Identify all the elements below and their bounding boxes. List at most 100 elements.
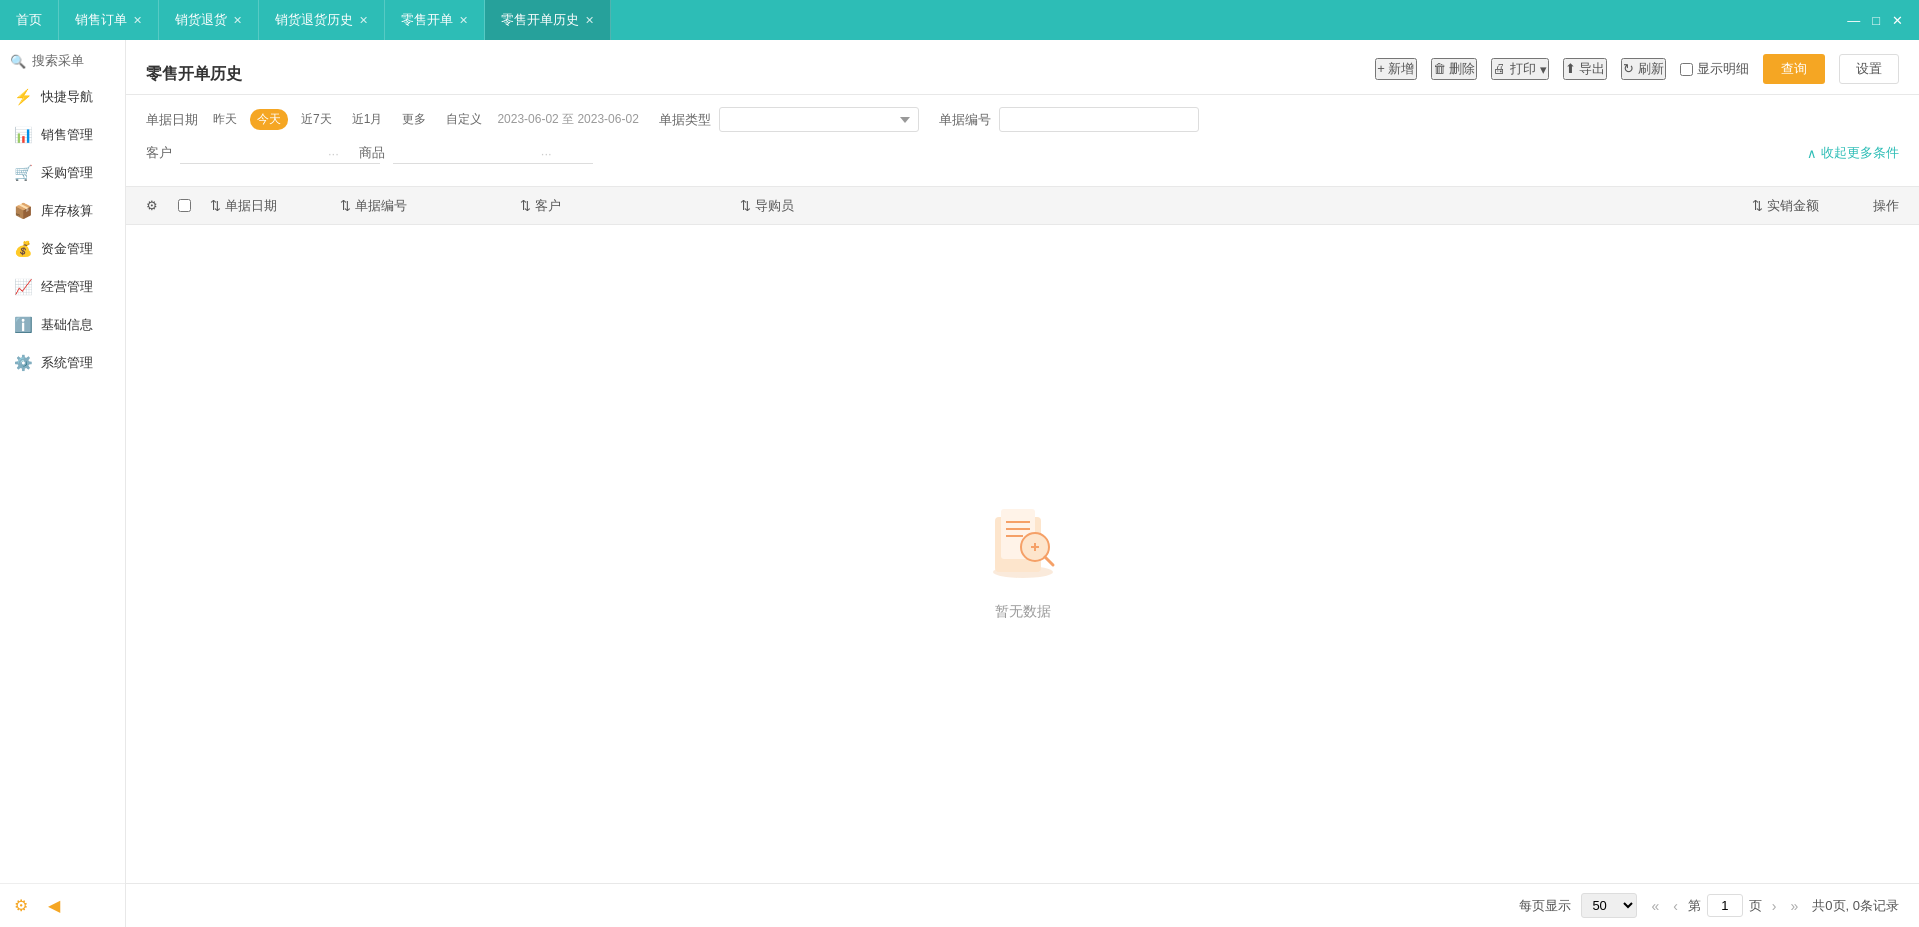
tab-retail-history-close[interactable]: ✕ bbox=[585, 14, 594, 27]
sort-amount-icon[interactable]: ⇅ bbox=[1752, 198, 1763, 213]
date-btn-yesterday[interactable]: 昨天 bbox=[206, 109, 244, 130]
sidebar-item-label-quick: 快捷导航 bbox=[41, 88, 93, 106]
system-icon: ⚙️ bbox=[14, 354, 33, 372]
basic-info-icon: ℹ️ bbox=[14, 316, 33, 334]
tab-return-close[interactable]: ✕ bbox=[233, 14, 242, 27]
page-input[interactable] bbox=[1707, 894, 1743, 917]
th-date: ⇅ 单据日期 bbox=[200, 197, 330, 215]
sort-doc-no-icon[interactable]: ⇅ bbox=[340, 198, 351, 213]
sidebar-item-basic-info[interactable]: ℹ️ 基础信息 bbox=[0, 306, 125, 344]
window-dash-button[interactable]: — bbox=[1847, 13, 1860, 28]
sidebar-item-sales[interactable]: 📊 销售管理 bbox=[0, 116, 125, 154]
export-label: ⬆ 导出 bbox=[1565, 60, 1606, 78]
tab-return-history-label: 销货退货历史 bbox=[275, 11, 353, 29]
sort-client-icon[interactable]: ⇅ bbox=[520, 198, 531, 213]
display-detail-checkbox[interactable] bbox=[1680, 63, 1693, 76]
next-page-button[interactable]: › bbox=[1768, 896, 1781, 916]
tab-sales-order-close[interactable]: ✕ bbox=[133, 14, 142, 27]
search-icon: 🔍 bbox=[10, 54, 26, 69]
filter-area: 单据日期 昨天 今天 近7天 近1月 更多 自定义 2023-06-02 至 2… bbox=[126, 95, 1919, 187]
tab-sales-order[interactable]: 销售订单 ✕ bbox=[59, 0, 159, 40]
tab-retail-history[interactable]: 零售开单历史 ✕ bbox=[485, 0, 611, 40]
sidebar-item-label-purchase: 采购管理 bbox=[41, 164, 93, 182]
date-btn-custom[interactable]: 自定义 bbox=[439, 109, 489, 130]
sidebar-item-system[interactable]: ⚙️ 系统管理 bbox=[0, 344, 125, 382]
query-button[interactable]: 查询 bbox=[1763, 54, 1825, 84]
prev-page-button[interactable]: ‹ bbox=[1669, 896, 1682, 916]
settings-bottom-icon[interactable]: ⚙ bbox=[14, 896, 28, 915]
window-controls: — □ ✕ bbox=[1847, 13, 1919, 28]
export-button[interactable]: ⬆ 导出 bbox=[1563, 58, 1608, 80]
th-client: ⇅ 客户 bbox=[510, 197, 730, 215]
product-input[interactable] bbox=[393, 142, 593, 164]
th-checkbox[interactable] bbox=[168, 199, 200, 212]
sidebar-item-inventory[interactable]: 📦 库存核算 bbox=[0, 192, 125, 230]
th-settings[interactable]: ⚙ bbox=[136, 198, 168, 213]
refresh-button[interactable]: ↻ 刷新 bbox=[1621, 58, 1666, 80]
window-max-button[interactable]: □ bbox=[1872, 13, 1880, 28]
tab-retail-order-close[interactable]: ✕ bbox=[459, 14, 468, 27]
last-page-button[interactable]: » bbox=[1787, 896, 1803, 916]
date-btn-group: 昨天 今天 近7天 近1月 更多 自定义 bbox=[206, 109, 489, 130]
sort-guide-icon[interactable]: ⇅ bbox=[740, 198, 751, 213]
sidebar-search[interactable]: 🔍 搜索采单 bbox=[0, 40, 125, 78]
tab-retail-order[interactable]: 零售开单 ✕ bbox=[385, 0, 485, 40]
page-title: 零售开单历史 bbox=[146, 64, 242, 85]
delete-button[interactable]: 🗑 删除 bbox=[1431, 58, 1478, 80]
th-client-label: 客户 bbox=[535, 197, 561, 215]
sidebar-item-management[interactable]: 📈 经营管理 bbox=[0, 268, 125, 306]
toolbar: + 新增 🗑 删除 🖨 打印 ▾ ⬆ 导出 ↻ 刷新 显示明细 bbox=[1375, 54, 1899, 94]
tab-sales-order-label: 销售订单 bbox=[75, 11, 127, 29]
display-detail-label[interactable]: 显示明细 bbox=[1680, 60, 1749, 78]
date-btn-1month[interactable]: 近1月 bbox=[345, 109, 390, 130]
inventory-icon: 📦 bbox=[14, 202, 33, 220]
per-page-select[interactable]: 50 10 20 100 bbox=[1581, 893, 1637, 918]
tab-retail-history-label: 零售开单历史 bbox=[501, 11, 579, 29]
table-settings-icon: ⚙ bbox=[146, 198, 158, 213]
sidebar-item-finance[interactable]: 💰 资金管理 bbox=[0, 230, 125, 268]
print-arrow-icon: ▾ bbox=[1540, 62, 1547, 77]
quick-nav-icon: ⚡ bbox=[14, 88, 33, 106]
collapse-icon: ∧ bbox=[1807, 146, 1817, 161]
pagination: 每页显示 50 10 20 100 « ‹ 第 页 › » 共0页, 0条记录 bbox=[126, 883, 1919, 927]
sidebar-item-label-system: 系统管理 bbox=[41, 354, 93, 372]
th-guide-label: 导购员 bbox=[755, 197, 794, 215]
customer-input[interactable] bbox=[180, 142, 380, 164]
sidebar-item-label-sales: 销售管理 bbox=[41, 126, 93, 144]
sidebar-item-purchase[interactable]: 🛒 采购管理 bbox=[0, 154, 125, 192]
select-all-checkbox[interactable] bbox=[178, 199, 191, 212]
th-action-label: 操作 bbox=[1873, 197, 1899, 215]
date-btn-today[interactable]: 今天 bbox=[250, 109, 288, 130]
window-close-button[interactable]: ✕ bbox=[1892, 13, 1903, 28]
settings-button[interactable]: 设置 bbox=[1839, 54, 1899, 84]
filter-product-item: 商品 ··· bbox=[359, 142, 552, 164]
print-label: 🖨 打印 bbox=[1493, 60, 1536, 78]
doc-type-select[interactable] bbox=[719, 107, 919, 132]
empty-illustration bbox=[973, 487, 1073, 587]
tab-return-history-close[interactable]: ✕ bbox=[359, 14, 368, 27]
date-btn-more[interactable]: 更多 bbox=[395, 109, 433, 130]
add-label: + 新增 bbox=[1377, 60, 1414, 78]
filter-row-1: 单据日期 昨天 今天 近7天 近1月 更多 自定义 2023-06-02 至 2… bbox=[146, 107, 1899, 132]
doc-no-input[interactable] bbox=[999, 107, 1199, 132]
display-detail-text: 显示明细 bbox=[1697, 60, 1749, 78]
sort-date-icon[interactable]: ⇅ bbox=[210, 198, 221, 213]
collapse-sidebar-icon[interactable]: ◀ bbox=[48, 896, 60, 915]
sidebar-item-quick-nav[interactable]: ⚡ 快捷导航 bbox=[0, 78, 125, 116]
print-button[interactable]: 🖨 打印 ▾ bbox=[1491, 58, 1549, 80]
collapse-filter-link[interactable]: ∧ 收起更多条件 bbox=[1807, 144, 1899, 162]
tab-list: 首页 销售订单 ✕ 销货退货 ✕ 销货退货历史 ✕ 零售开单 ✕ 零售开单历史 … bbox=[0, 0, 611, 40]
page-summary: 共0页, 0条记录 bbox=[1812, 897, 1899, 915]
first-page-button[interactable]: « bbox=[1647, 896, 1663, 916]
tab-home-label: 首页 bbox=[16, 11, 42, 29]
empty-state: 暂无数据 bbox=[126, 225, 1919, 883]
filter-doc-no-item: 单据编号 bbox=[939, 107, 1199, 132]
sidebar-item-label-management: 经营管理 bbox=[41, 278, 93, 296]
add-button[interactable]: + 新增 bbox=[1375, 58, 1416, 80]
tab-home[interactable]: 首页 bbox=[0, 0, 59, 40]
date-btn-7days[interactable]: 近7天 bbox=[294, 109, 339, 130]
date-range-display: 2023-06-02 至 2023-06-02 bbox=[497, 111, 638, 128]
tab-return-history[interactable]: 销货退货历史 ✕ bbox=[259, 0, 385, 40]
tab-return[interactable]: 销货退货 ✕ bbox=[159, 0, 259, 40]
doc-type-label: 单据类型 bbox=[659, 111, 711, 129]
